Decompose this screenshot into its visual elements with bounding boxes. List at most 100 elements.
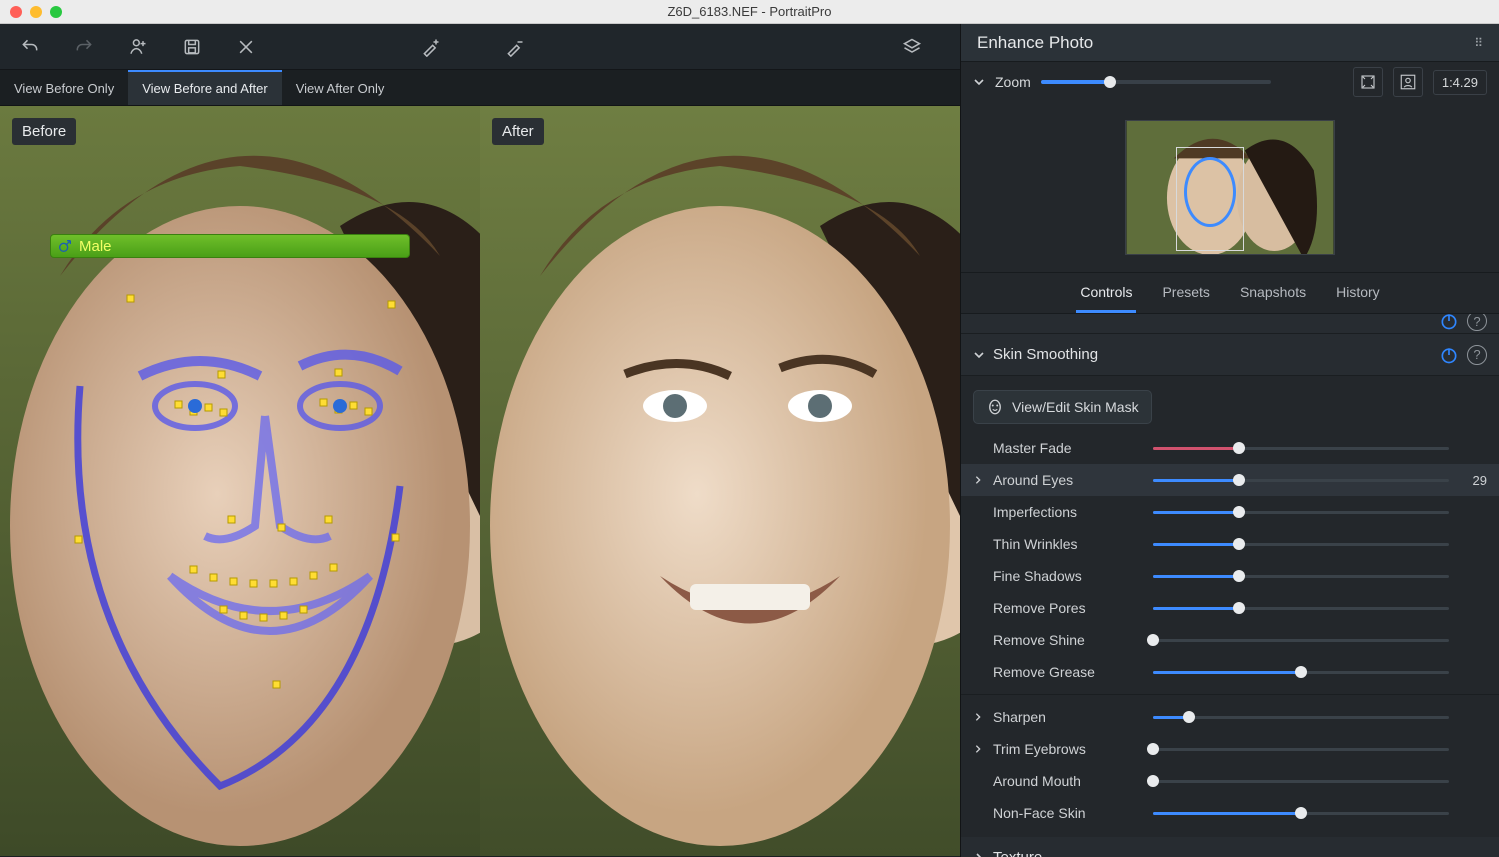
chevron-down-icon (973, 349, 985, 361)
panel-menu-icon[interactable]: ⠿ (1474, 36, 1483, 50)
section-face-sculpt[interactable]: Face Sculpt ? (961, 314, 1499, 334)
slider-label: Trim Eyebrows (993, 741, 1143, 757)
before-image (0, 106, 480, 856)
controls-pane: Enhance Photo ⠿ Zoom 1:4.29 (960, 24, 1499, 857)
layers-button[interactable] (892, 27, 932, 67)
slider-track[interactable] (1153, 748, 1449, 751)
tab-view-before-only[interactable]: View Before Only (0, 70, 128, 105)
close-button[interactable] (226, 27, 266, 67)
gender-label: Male (79, 238, 112, 255)
slider-around_eyes[interactable]: Around Eyes29 (961, 464, 1499, 496)
slider-remove_pores[interactable]: Remove Pores (961, 592, 1499, 624)
gender-pill[interactable]: Male (50, 234, 410, 258)
slider-fill (1153, 447, 1239, 450)
help-icon[interactable]: ? (1467, 345, 1487, 365)
navigator-thumbnail[interactable] (961, 102, 1499, 272)
editor-pane: View Before Only View Before and After V… (0, 24, 960, 857)
slider-sharpen[interactable]: Sharpen (961, 701, 1499, 733)
view-mode-tabs: View Before Only View Before and After V… (0, 70, 960, 106)
minimize-window-button[interactable] (30, 6, 42, 18)
slider-track[interactable] (1153, 543, 1449, 546)
slider-knob[interactable] (1233, 538, 1245, 550)
slider-track[interactable] (1153, 812, 1449, 815)
zoom-slider-fill (1041, 80, 1110, 84)
tab-controls[interactable]: Controls (1076, 273, 1136, 313)
fit-to-window-button[interactable] (1353, 67, 1383, 97)
help-icon[interactable]: ? (1467, 314, 1487, 331)
window-titlebar: Z6D_6183.NEF - PortraitPro (0, 0, 1499, 24)
brush-add-button[interactable] (411, 27, 451, 67)
enhance-photo-header: Enhance Photo ⠿ (961, 24, 1499, 62)
slider-label: Thin Wrinkles (993, 536, 1143, 552)
slider-knob[interactable] (1147, 775, 1159, 787)
slider-label: Remove Grease (993, 664, 1143, 680)
slider-knob[interactable] (1233, 506, 1245, 518)
slider-non_face_skin[interactable]: Non-Face Skin (961, 797, 1499, 829)
brush-remove-button[interactable] (495, 27, 535, 67)
slider-knob[interactable] (1233, 602, 1245, 614)
chevron-down-icon[interactable] (973, 76, 985, 88)
mask-icon (986, 398, 1004, 416)
controls-scroll[interactable]: Face Sculpt ? Skin Smoothing ? View/Edit… (961, 314, 1499, 857)
slider-value: 29 (1459, 473, 1487, 488)
slider-knob[interactable] (1147, 743, 1159, 755)
slider-track[interactable] (1153, 780, 1449, 783)
slider-track[interactable] (1153, 511, 1449, 514)
after-panel[interactable]: After (480, 106, 960, 856)
slider-remove_shine[interactable]: Remove Shine (961, 624, 1499, 656)
slider-knob[interactable] (1295, 807, 1307, 819)
slider-knob[interactable] (1295, 666, 1307, 678)
slider-knob[interactable] (1183, 711, 1195, 723)
tab-view-before-and-after[interactable]: View Before and After (128, 70, 282, 105)
zoom-window-button[interactable] (50, 6, 62, 18)
slider-label: Remove Pores (993, 600, 1143, 616)
slider-track[interactable] (1153, 479, 1449, 482)
navigator-face-outline (1184, 157, 1236, 227)
zoom-label: Zoom (995, 74, 1031, 90)
power-icon[interactable] (1439, 314, 1459, 331)
right-tabs: Controls Presets Snapshots History (961, 272, 1499, 314)
slider-remove_grease[interactable]: Remove Grease (961, 656, 1499, 688)
slider-fine_shadows[interactable]: Fine Shadows (961, 560, 1499, 592)
slider-knob[interactable] (1233, 442, 1245, 454)
slider-master_fade[interactable]: Master Fade (961, 432, 1499, 464)
slider-fill (1153, 543, 1239, 546)
slider-knob[interactable] (1147, 634, 1159, 646)
slider-trim_eyebrows[interactable]: Trim Eyebrows (961, 733, 1499, 765)
male-icon (57, 238, 73, 254)
zoom-ratio[interactable]: 1:4.29 (1433, 70, 1487, 95)
redo-button[interactable] (64, 27, 104, 67)
tab-view-after-only[interactable]: View After Only (282, 70, 399, 105)
zoom-slider[interactable] (1041, 80, 1271, 84)
window-title: Z6D_6183.NEF - PortraitPro (0, 4, 1499, 19)
slider-track[interactable] (1153, 639, 1449, 642)
slider-knob[interactable] (1233, 570, 1245, 582)
slider-track[interactable] (1153, 447, 1449, 450)
tab-presets[interactable]: Presets (1158, 273, 1213, 313)
slider-track[interactable] (1153, 716, 1449, 719)
after-badge: After (492, 118, 544, 145)
slider-label: Master Fade (993, 440, 1143, 456)
section-texture[interactable]: Texture (961, 837, 1499, 857)
tab-history[interactable]: History (1332, 273, 1384, 313)
power-icon[interactable] (1439, 345, 1459, 365)
slider-track[interactable] (1153, 671, 1449, 674)
chevron-right-icon (973, 475, 983, 485)
slider-track[interactable] (1153, 607, 1449, 610)
save-button[interactable] (172, 27, 212, 67)
fit-face-button[interactable] (1393, 67, 1423, 97)
before-panel[interactable]: Before Male (0, 106, 480, 856)
slider-track[interactable] (1153, 575, 1449, 578)
slider-imperfections[interactable]: Imperfections (961, 496, 1499, 528)
undo-button[interactable] (10, 27, 50, 67)
chevron-right-icon (973, 712, 983, 722)
tab-snapshots[interactable]: Snapshots (1236, 273, 1310, 313)
zoom-slider-knob[interactable] (1104, 76, 1116, 88)
close-window-button[interactable] (10, 6, 22, 18)
slider-knob[interactable] (1233, 474, 1245, 486)
section-skin-smoothing[interactable]: Skin Smoothing ? (961, 334, 1499, 376)
person-button[interactable] (118, 27, 158, 67)
view-edit-skin-mask-button[interactable]: View/Edit Skin Mask (973, 390, 1152, 424)
slider-around_mouth[interactable]: Around Mouth (961, 765, 1499, 797)
slider-thin_wrinkles[interactable]: Thin Wrinkles (961, 528, 1499, 560)
